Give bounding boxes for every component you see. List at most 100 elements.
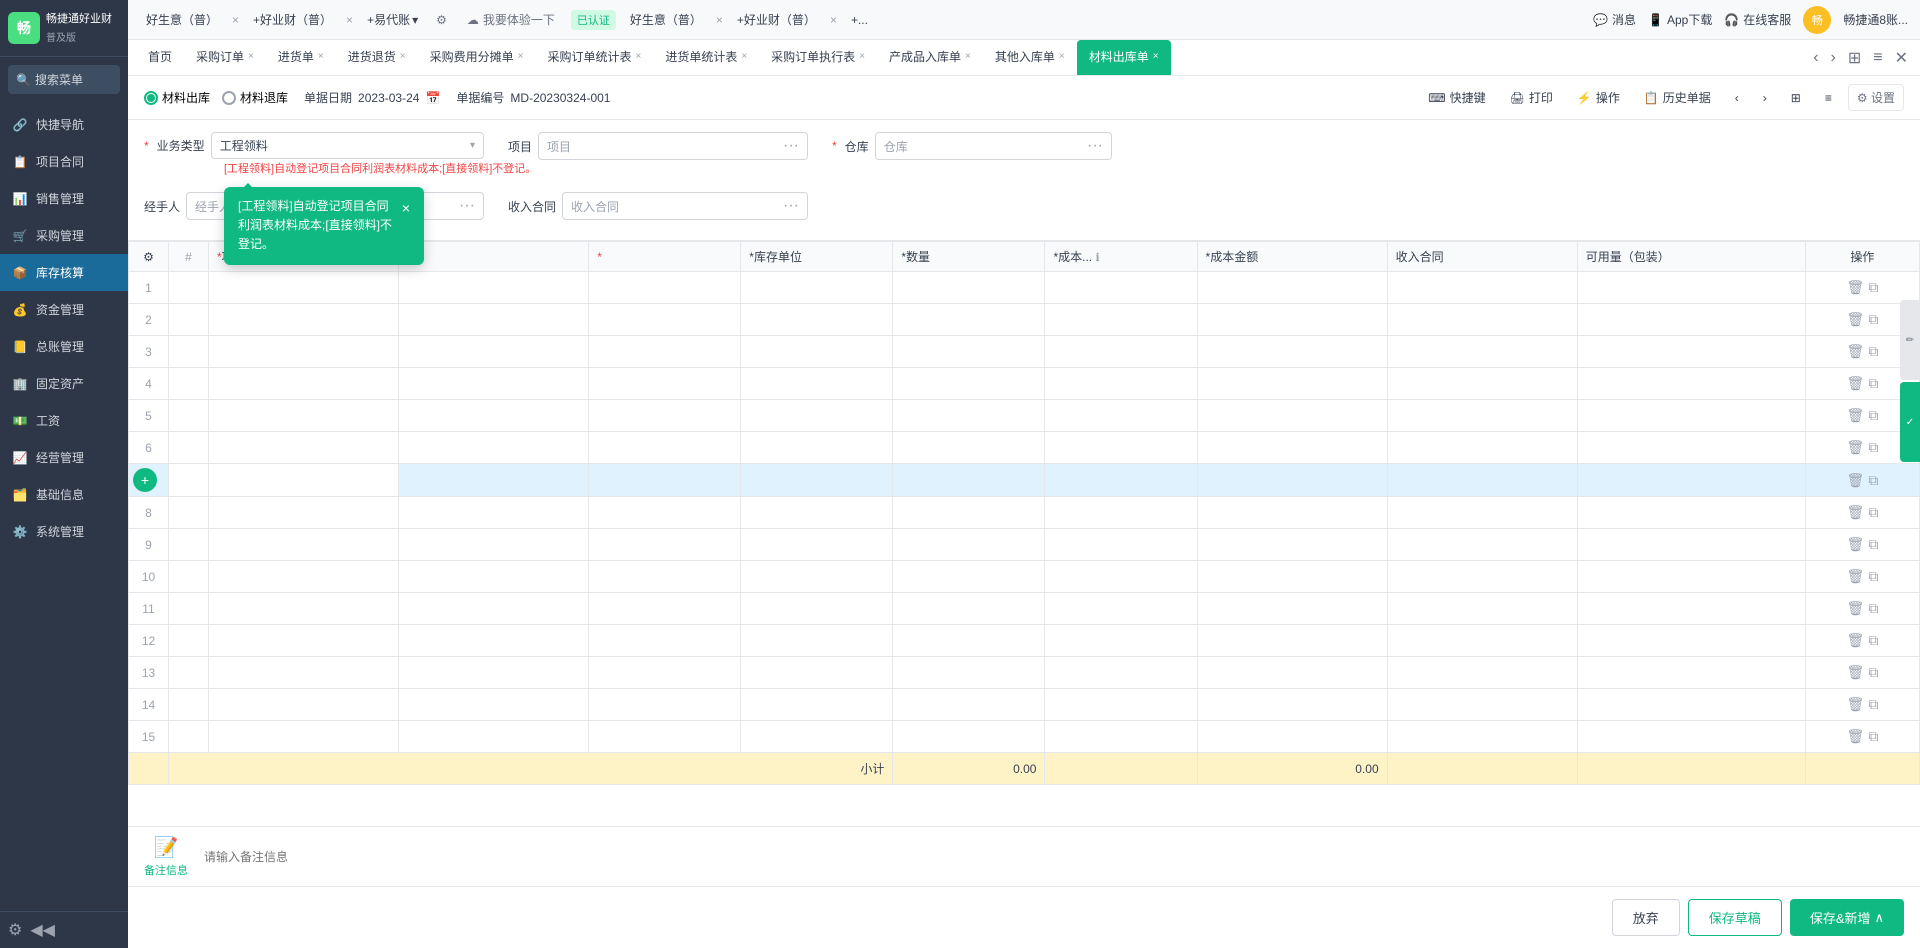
radio-material-return[interactable]: 材料退库	[222, 89, 288, 106]
tab-purchase-stat[interactable]: 采购订单统计表 ×	[535, 40, 653, 75]
copy-row-9-icon[interactable]: ⧉	[1868, 536, 1878, 552]
tab-prev-icon[interactable]: ‹	[1809, 45, 1822, 71]
nav-prev-button[interactable]: ‹	[1727, 87, 1747, 109]
tab-other-inbound[interactable]: 其他入库单 ×	[983, 40, 1077, 75]
delete-row-7-icon[interactable]: 🗑	[1847, 472, 1865, 488]
delete-row-14-icon[interactable]: 🗑	[1847, 696, 1865, 712]
income-contract-input[interactable]: 收入合同 ···	[562, 192, 808, 220]
topbar-link-1[interactable]: +好业财（普）	[247, 7, 338, 32]
view-split-button[interactable]: ⊞	[1783, 87, 1809, 109]
copy-row-4-icon[interactable]: ⧉	[1868, 375, 1878, 391]
sidebar-item-shortcut[interactable]: 🔗 快捷导航	[0, 106, 128, 143]
delete-row-2-icon[interactable]: 🗑	[1847, 311, 1865, 327]
nav-next-button[interactable]: ›	[1755, 87, 1775, 109]
col-settings-header[interactable]: ⚙	[129, 242, 169, 272]
copy-row-2-icon[interactable]: ⧉	[1868, 311, 1878, 327]
info-icon[interactable]: ℹ	[1095, 252, 1099, 264]
tab-close-material-outbound[interactable]: ×	[1153, 51, 1159, 62]
online-service-button[interactable]: 🎧 在线客服	[1724, 11, 1791, 28]
sidebar-item-inventory[interactable]: 📦 库存核算	[0, 254, 128, 291]
settings-bottom-icon[interactable]: ⚙	[8, 920, 22, 940]
radio-material-outbound[interactable]: 材料出库	[144, 89, 210, 106]
save-new-button[interactable]: 保存&新增 ∧	[1790, 899, 1904, 936]
tab-next-icon[interactable]: ›	[1827, 45, 1840, 71]
delete-row-5-icon[interactable]: 🗑	[1847, 407, 1865, 423]
copy-row-3-icon[interactable]: ⧉	[1868, 343, 1878, 359]
delete-row-13-icon[interactable]: 🗑	[1847, 664, 1865, 680]
tab-material-outbound[interactable]: 材料出库单 ×	[1077, 40, 1171, 75]
tab-purchase-exec[interactable]: 采购订单执行表 ×	[759, 40, 877, 75]
search-menu-button[interactable]: 🔍 搜索菜单	[8, 65, 120, 94]
copy-row-10-icon[interactable]: ⧉	[1868, 568, 1878, 584]
save-draft-button[interactable]: 保存草稿	[1688, 899, 1782, 936]
delete-row-9-icon[interactable]: 🗑	[1847, 536, 1865, 552]
tab-close-purchase-exec[interactable]: ×	[859, 51, 865, 62]
tab-close-finished-goods[interactable]: ×	[965, 51, 971, 62]
topbar-settings-icon[interactable]: ⚙	[432, 9, 451, 31]
copy-row-7-icon[interactable]: ⧉	[1868, 472, 1878, 488]
tab-home[interactable]: 首页	[136, 40, 184, 75]
delete-row-8-icon[interactable]: 🗑	[1847, 504, 1865, 520]
tab-finished-goods[interactable]: 产成品入库单 ×	[877, 40, 983, 75]
copy-row-14-icon[interactable]: ⧉	[1868, 696, 1878, 712]
delete-row-4-icon[interactable]: 🗑	[1847, 375, 1865, 391]
sidebar-item-payroll[interactable]: 💵 工资	[0, 402, 128, 439]
discard-button[interactable]: 放弃	[1612, 899, 1680, 936]
topbar-link-0[interactable]: 好生意（普）	[140, 7, 224, 32]
delete-row-15-icon[interactable]: 🗑	[1847, 728, 1865, 744]
topbar-more-link-0[interactable]: 好生意（普）	[624, 7, 708, 32]
delete-row-6-icon[interactable]: 🗑	[1847, 439, 1865, 455]
delete-row-10-icon[interactable]: 🗑	[1847, 568, 1865, 584]
delete-row-3-icon[interactable]: 🗑	[1847, 343, 1865, 359]
tab-purchase-order[interactable]: 采购订单 ×	[184, 40, 266, 75]
tab-close-inbound[interactable]: ×	[318, 51, 324, 62]
copy-row-6-icon[interactable]: ⧉	[1868, 439, 1878, 455]
shortcut-key-button[interactable]: ⌨ 快捷键	[1420, 85, 1493, 110]
sidebar-item-system[interactable]: ⚙️ 系统管理	[0, 513, 128, 550]
topbar-more-link-2[interactable]: +...	[845, 9, 874, 31]
sidebar-item-purchase[interactable]: 🛒 采购管理	[0, 217, 128, 254]
topbar-more-link-1[interactable]: +好业财（普）	[731, 7, 822, 32]
sidebar-item-ops[interactable]: 📈 经营管理	[0, 439, 128, 476]
tab-close-other-inbound[interactable]: ×	[1059, 51, 1065, 62]
operate-button[interactable]: ⚡ 操作	[1569, 85, 1628, 110]
topbar-dropdown-yidaizhang[interactable]: +易代账 ▾	[361, 7, 424, 32]
right-tool-edit-icon[interactable]: ✏	[1900, 300, 1920, 380]
sidebar-item-project[interactable]: 📋 项目合同	[0, 143, 128, 180]
tab-close-inbound-return[interactable]: ×	[400, 51, 406, 62]
delete-row-11-icon[interactable]: 🗑	[1847, 600, 1865, 616]
tab-close-purchase-stat[interactable]: ×	[635, 51, 641, 62]
user-avatar[interactable]: 畅	[1803, 6, 1831, 34]
add-row-button[interactable]: +	[133, 468, 157, 492]
delete-row-12-icon[interactable]: 🗑	[1847, 632, 1865, 648]
sidebar-item-sales[interactable]: 📊 销售管理	[0, 180, 128, 217]
topbar-experience-btn[interactable]: ☁ 我要体验一下	[459, 7, 563, 32]
tab-close-purchase-expense[interactable]: ×	[518, 51, 524, 62]
username-label[interactable]: 畅捷通8账...	[1843, 11, 1908, 28]
tab-list-view-icon[interactable]: ≡	[1869, 45, 1886, 71]
delete-row-1-icon[interactable]: 🗑	[1847, 279, 1865, 295]
print-button[interactable]: 🖨 打印	[1502, 85, 1561, 110]
view-list-button[interactable]: ≡	[1817, 87, 1840, 109]
tooltip-close-button[interactable]: ×	[402, 197, 410, 219]
project-input[interactable]: 项目 ···	[538, 132, 808, 160]
tab-grid-view-icon[interactable]: ⊞	[1844, 44, 1865, 72]
tab-inbound-return[interactable]: 进货退货 ×	[336, 40, 418, 75]
tab-close-all-icon[interactable]: ✕	[1891, 44, 1912, 72]
copy-row-5-icon[interactable]: ⧉	[1868, 407, 1878, 423]
copy-row-1-icon[interactable]: ⧉	[1868, 279, 1878, 295]
copy-row-15-icon[interactable]: ⧉	[1868, 728, 1878, 744]
message-button[interactable]: 💬 消息	[1593, 11, 1636, 28]
copy-row-11-icon[interactable]: ⧉	[1868, 600, 1878, 616]
tab-close-inbound-stat[interactable]: ×	[741, 51, 747, 62]
sidebar-item-finance[interactable]: 💰 资金管理	[0, 291, 128, 328]
sidebar-item-assets[interactable]: 🏢 固定资产	[0, 365, 128, 402]
tab-close-purchase-order[interactable]: ×	[248, 51, 254, 62]
calendar-icon[interactable]: 📅	[425, 91, 440, 105]
tab-purchase-expense[interactable]: 采购费用分摊单 ×	[418, 40, 536, 75]
warehouse-input[interactable]: 仓库 ···	[875, 132, 1112, 160]
notes-input[interactable]	[200, 846, 1904, 868]
collapse-button[interactable]: ◀◀	[30, 920, 55, 940]
right-tool-check-icon[interactable]: ✓	[1900, 382, 1920, 462]
copy-row-12-icon[interactable]: ⧉	[1868, 632, 1878, 648]
